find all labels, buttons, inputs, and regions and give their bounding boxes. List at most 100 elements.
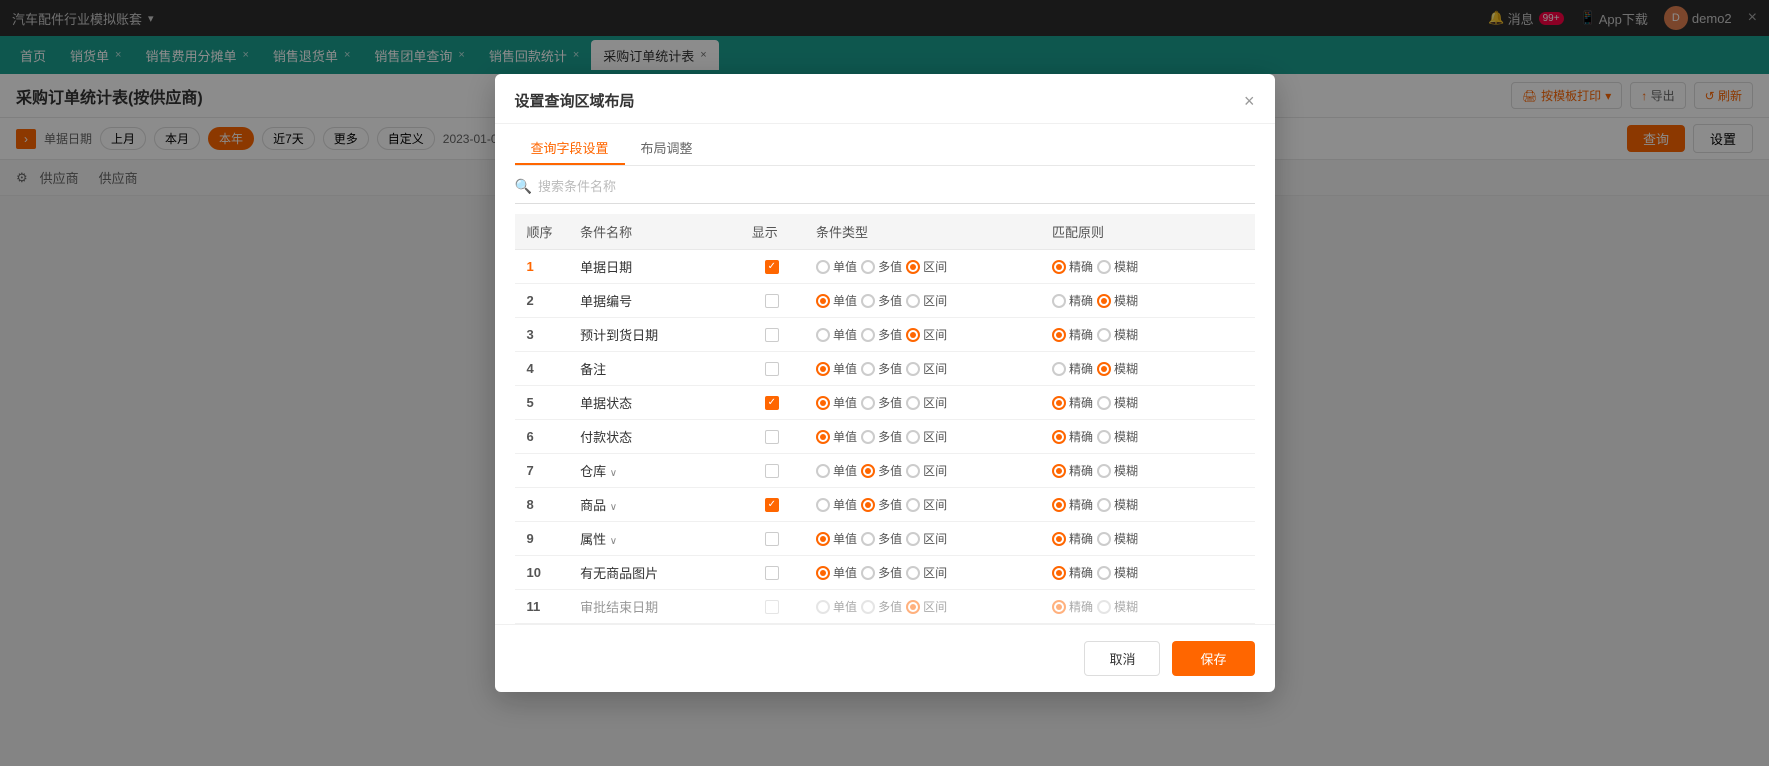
checkbox-display-9[interactable] [765, 532, 779, 546]
table-row: 6付款状态单值多值区间精确模糊 [515, 420, 1255, 454]
radio-match_fuzzy-11[interactable]: 模糊 [1097, 598, 1138, 615]
radio-type_range-10[interactable]: 区间 [906, 564, 947, 581]
checkbox-display-6[interactable] [765, 430, 779, 444]
radio-type_multi-11[interactable]: 多值 [861, 598, 902, 615]
radio-type_range-5[interactable]: 区间 [906, 394, 947, 411]
radio-type_multi-6[interactable]: 多值 [861, 428, 902, 445]
radio-type_range-6[interactable]: 区间 [906, 428, 947, 445]
radio-type_range-4[interactable]: 区间 [906, 360, 947, 377]
radio-type_multi-8[interactable]: 多值 [861, 496, 902, 513]
row-type-7: 单值多值区间 [804, 454, 1040, 488]
radio-match_exact-4[interactable]: 精确 [1052, 360, 1093, 377]
row-order-3: 3 [515, 318, 569, 352]
checkbox-display-1[interactable] [765, 260, 779, 274]
tab-layout-adjust-label: 布局调整 [641, 141, 693, 156]
row-display-4[interactable] [740, 352, 804, 386]
row-display-10[interactable] [740, 556, 804, 590]
radio-type_multi-5[interactable]: 多值 [861, 394, 902, 411]
radio-type_range-7[interactable]: 区间 [906, 462, 947, 479]
radio-type_range-9[interactable]: 区间 [906, 530, 947, 547]
checkbox-display-10[interactable] [765, 566, 779, 580]
tab-field-settings[interactable]: 查询字段设置 [515, 132, 625, 165]
radio-match_fuzzy-1[interactable]: 模糊 [1097, 258, 1138, 275]
table-row: 2单据编号单值多值区间精确模糊 [515, 284, 1255, 318]
radio-type_multi-10[interactable]: 多值 [861, 564, 902, 581]
checkbox-display-3[interactable] [765, 328, 779, 342]
radio-type_single-8[interactable]: 单值 [816, 496, 857, 513]
radio-match_exact-1[interactable]: 精确 [1052, 258, 1093, 275]
radio-match_fuzzy-3[interactable]: 模糊 [1097, 326, 1138, 343]
cancel-button[interactable]: 取消 [1084, 641, 1160, 676]
radio-type_single-3[interactable]: 单值 [816, 326, 857, 343]
radio-type_multi-2[interactable]: 多值 [861, 292, 902, 309]
radio-match_exact-6[interactable]: 精确 [1052, 428, 1093, 445]
checkbox-display-5[interactable] [765, 396, 779, 410]
row-display-5[interactable] [740, 386, 804, 420]
checkbox-display-4[interactable] [765, 362, 779, 376]
checkbox-display-7[interactable] [765, 464, 779, 478]
row-display-6[interactable] [740, 420, 804, 454]
row-name-4: 备注 [568, 352, 740, 386]
row-name-2: 单据编号 [568, 284, 740, 318]
tab-layout-adjust[interactable]: 布局调整 [625, 132, 709, 165]
checkbox-display-8[interactable] [765, 498, 779, 512]
row-name-7: 仓库 ∨ [568, 454, 740, 488]
radio-match_fuzzy-7[interactable]: 模糊 [1097, 462, 1138, 479]
radio-match_fuzzy-10[interactable]: 模糊 [1097, 564, 1138, 581]
row-display-1[interactable] [740, 250, 804, 284]
radio-match_fuzzy-9[interactable]: 模糊 [1097, 530, 1138, 547]
radio-type_single-9[interactable]: 单值 [816, 530, 857, 547]
table-row: 7仓库 ∨单值多值区间精确模糊 [515, 454, 1255, 488]
settings-modal: 设置查询区域布局 × 查询字段设置 布局调整 🔍 [495, 74, 1275, 692]
radio-match_exact-2[interactable]: 精确 [1052, 292, 1093, 309]
modal-close-button[interactable]: × [1244, 92, 1255, 110]
radio-match_fuzzy-6[interactable]: 模糊 [1097, 428, 1138, 445]
radio-match_exact-8[interactable]: 精确 [1052, 496, 1093, 513]
row-display-2[interactable] [740, 284, 804, 318]
radio-match_exact-3[interactable]: 精确 [1052, 326, 1093, 343]
radio-type_multi-9[interactable]: 多值 [861, 530, 902, 547]
save-button[interactable]: 保存 [1172, 641, 1254, 676]
radio-type_multi-3[interactable]: 多值 [861, 326, 902, 343]
radio-type_multi-4[interactable]: 多值 [861, 360, 902, 377]
row-name-11: 审批结束日期 [568, 590, 740, 624]
checkbox-display-2[interactable] [765, 294, 779, 308]
row-display-8[interactable] [740, 488, 804, 522]
radio-match_fuzzy-4[interactable]: 模糊 [1097, 360, 1138, 377]
row-name-10: 有无商品图片 [568, 556, 740, 590]
radio-match_fuzzy-2[interactable]: 模糊 [1097, 292, 1138, 309]
radio-type_range-3[interactable]: 区间 [906, 326, 947, 343]
radio-type_multi-1[interactable]: 多值 [861, 258, 902, 275]
radio-match_exact-10[interactable]: 精确 [1052, 564, 1093, 581]
checkbox-display-11[interactable] [765, 600, 779, 614]
radio-type_range-1[interactable]: 区间 [906, 258, 947, 275]
radio-type_single-10[interactable]: 单值 [816, 564, 857, 581]
radio-match_exact-7[interactable]: 精确 [1052, 462, 1093, 479]
search-input[interactable] [538, 179, 738, 194]
row-display-7[interactable] [740, 454, 804, 488]
radio-type_multi-7[interactable]: 多值 [861, 462, 902, 479]
radio-type_range-11[interactable]: 区间 [906, 598, 947, 615]
chevron-down-icon: ∨ [610, 468, 617, 479]
radio-type_single-4[interactable]: 单值 [816, 360, 857, 377]
table-row: 8商品 ∨单值多值区间精确模糊 [515, 488, 1255, 522]
row-display-9[interactable] [740, 522, 804, 556]
radio-type_single-5[interactable]: 单值 [816, 394, 857, 411]
row-display-3[interactable] [740, 318, 804, 352]
row-type-3: 单值多值区间 [804, 318, 1040, 352]
radio-type_range-8[interactable]: 区间 [906, 496, 947, 513]
radio-match_fuzzy-8[interactable]: 模糊 [1097, 496, 1138, 513]
radio-match_fuzzy-5[interactable]: 模糊 [1097, 394, 1138, 411]
radio-type_single-6[interactable]: 单值 [816, 428, 857, 445]
th-order: 顺序 [515, 214, 569, 250]
radio-match_exact-11[interactable]: 精确 [1052, 598, 1093, 615]
radio-type_single-1[interactable]: 单值 [816, 258, 857, 275]
radio-type_single-2[interactable]: 单值 [816, 292, 857, 309]
radio-type_single-11[interactable]: 单值 [816, 598, 857, 615]
radio-match_exact-9[interactable]: 精确 [1052, 530, 1093, 547]
row-type-5: 单值多值区间 [804, 386, 1040, 420]
radio-type_range-2[interactable]: 区间 [906, 292, 947, 309]
radio-match_exact-5[interactable]: 精确 [1052, 394, 1093, 411]
radio-type_single-7[interactable]: 单值 [816, 462, 857, 479]
row-display-11[interactable] [740, 590, 804, 624]
